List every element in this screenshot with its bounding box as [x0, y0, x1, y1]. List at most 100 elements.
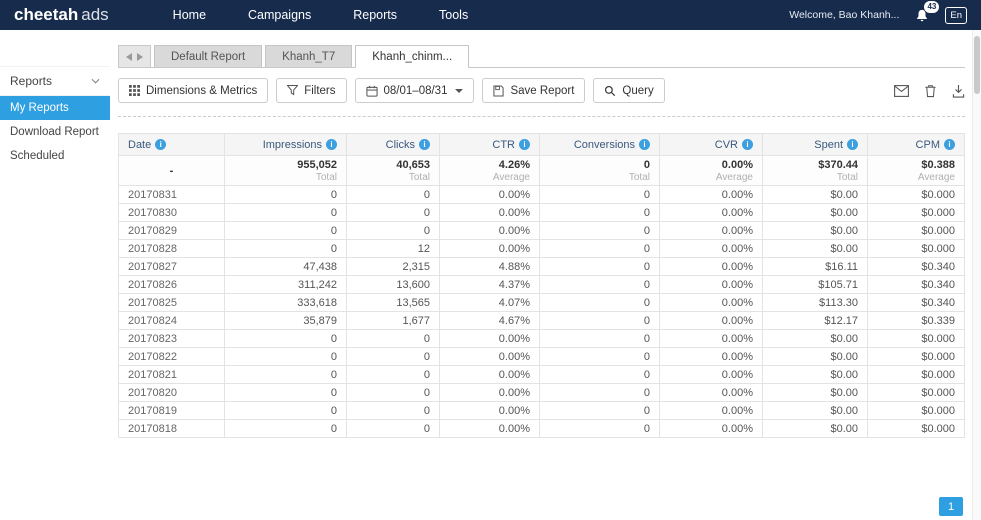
tab-scroll-arrows[interactable] — [118, 45, 151, 67]
value-cell: 0 — [539, 221, 660, 240]
column-label: Spent — [814, 138, 843, 151]
value-cell: 1,677 — [346, 311, 440, 330]
value-cell: 0.00% — [659, 221, 763, 240]
value-cell: 0.00% — [659, 293, 763, 312]
save-report-button[interactable]: Save Report — [482, 78, 586, 103]
column-header-cpm[interactable]: CPM i — [867, 133, 965, 156]
column-header-impressions[interactable]: Impressions i — [224, 133, 347, 156]
info-icon[interactable]: i — [639, 138, 650, 150]
arrow-right-icon[interactable] — [137, 52, 143, 61]
main-content: Default Report Khanh_T7 Khanh_chinm... D… — [110, 30, 981, 520]
table-body: 20170831 0 0 0.00% 0 0.00% $0.00 $0.000 20170830… — [118, 185, 965, 438]
sidebar-section-reports[interactable]: Reports — [0, 66, 110, 96]
sidebar: Reports My Reports Download Report Sched… — [0, 30, 110, 520]
download-icon — [952, 84, 965, 98]
column-header-cvr[interactable]: CVR i — [659, 133, 763, 156]
totals-sublabel: Total — [836, 171, 858, 183]
column-header-ctr[interactable]: CTR i — [439, 133, 540, 156]
calendar-icon — [365, 85, 378, 97]
value-cell: 0.00% — [659, 347, 763, 366]
report-toolbar: Dimensions & Metrics Filters 08/01–08/31 — [118, 78, 965, 103]
nav-home[interactable]: Home — [173, 8, 206, 22]
totals-value: $370.44 — [818, 158, 858, 171]
totals-sublabel: Total — [628, 171, 650, 183]
scrollbar-thumb[interactable] — [974, 36, 980, 94]
info-icon[interactable]: i — [944, 138, 955, 150]
value-cell: $0.00 — [762, 419, 868, 438]
value-cell: 4.07% — [439, 293, 540, 312]
value-cell: 0.00% — [659, 401, 763, 420]
query-button[interactable]: Query — [593, 78, 665, 103]
value-cell: $0.340 — [867, 275, 965, 294]
totals-sublabel: Average — [715, 171, 753, 183]
nav-reports[interactable]: Reports — [353, 8, 397, 22]
nav-tools[interactable]: Tools — [439, 8, 468, 22]
column-header-clicks[interactable]: Clicks i — [346, 133, 440, 156]
table-header-row: Date i Impressions i Clicks i CTR i Conversions i… — [118, 133, 965, 156]
value-cell: 0.00% — [439, 203, 540, 222]
notifications-bell-icon[interactable]: 43 — [915, 0, 940, 23]
vertical-scrollbar[interactable] — [972, 30, 981, 520]
date-cell: 20170823 — [118, 329, 225, 348]
value-cell: 0 — [539, 239, 660, 258]
value-cell: 0 — [539, 365, 660, 384]
table-row: 20170831 0 0 0.00% 0 0.00% $0.00 $0.000 — [118, 185, 965, 204]
column-header-date[interactable]: Date i — [118, 133, 225, 156]
value-cell: 0 — [539, 383, 660, 402]
table-row: 20170824 35,879 1,677 4.67% 0 0.00% $12.17 $0.3… — [118, 311, 965, 330]
value-cell: 4.88% — [439, 257, 540, 276]
download-report-icon[interactable] — [952, 84, 965, 98]
query-label: Query — [622, 84, 654, 97]
nav-campaigns[interactable]: Campaigns — [248, 8, 311, 22]
column-label: Date — [128, 138, 152, 151]
date-range-picker[interactable]: 08/01–08/31 — [354, 78, 475, 103]
page-1-button[interactable]: 1 — [939, 497, 963, 516]
dashed-divider — [118, 116, 965, 117]
value-cell: $0.00 — [762, 239, 868, 258]
column-header-conversions[interactable]: Conversions i — [539, 133, 660, 156]
value-cell: $0.340 — [867, 257, 965, 276]
tab-default-report[interactable]: Default Report — [154, 45, 263, 67]
delete-report-icon[interactable] — [924, 84, 937, 98]
value-cell: $0.000 — [867, 203, 965, 222]
value-cell: $0.00 — [762, 365, 868, 384]
value-cell: 0.00% — [659, 257, 763, 276]
info-icon[interactable]: i — [419, 138, 430, 150]
value-cell: $0.000 — [867, 347, 965, 366]
info-icon[interactable]: i — [519, 138, 530, 150]
email-report-icon[interactable] — [894, 84, 909, 97]
value-cell: 0 — [539, 401, 660, 420]
value-cell: $0.00 — [762, 203, 868, 222]
totals-cell: 40,653 Total — [346, 155, 440, 186]
info-icon[interactable]: i — [326, 138, 337, 150]
date-cell: 20170830 — [118, 203, 225, 222]
value-cell: 311,242 — [224, 275, 347, 294]
value-cell: 0.00% — [439, 329, 540, 348]
value-cell: $0.00 — [762, 221, 868, 240]
sidebar-item-my-reports[interactable]: My Reports — [0, 96, 110, 120]
sidebar-item-scheduled[interactable]: Scheduled — [0, 144, 110, 168]
sidebar-item-download-report[interactable]: Download Report — [0, 120, 110, 144]
value-cell: 2,315 — [346, 257, 440, 276]
filters-button[interactable]: Filters — [276, 78, 347, 103]
value-cell: 13,600 — [346, 275, 440, 294]
grid-icon — [129, 85, 140, 96]
column-header-spent[interactable]: Spent i — [762, 133, 868, 156]
dimensions-metrics-button[interactable]: Dimensions & Metrics — [118, 78, 269, 103]
toolbar-actions — [894, 84, 965, 98]
info-icon[interactable]: i — [742, 138, 753, 150]
welcome-text: Welcome, Bao Khanh... — [789, 9, 899, 21]
tab-khanh-chinm[interactable]: Khanh_chinm... — [355, 45, 470, 68]
value-cell: $0.00 — [762, 383, 868, 402]
value-cell: 0 — [224, 239, 347, 258]
app-logo[interactable]: cheetah ads — [14, 5, 109, 25]
value-cell: 0.00% — [659, 365, 763, 384]
username[interactable]: Bao Khanh... — [839, 9, 900, 21]
tab-khanh-t7[interactable]: Khanh_T7 — [265, 45, 353, 67]
arrow-left-icon[interactable] — [126, 52, 132, 61]
info-icon[interactable]: i — [155, 138, 167, 150]
language-button[interactable]: En — [945, 6, 967, 24]
info-icon[interactable]: i — [847, 138, 858, 150]
value-cell: $12.17 — [762, 311, 868, 330]
table-row: 20170826 311,242 13,600 4.37% 0 0.00% $105.71 $… — [118, 275, 965, 294]
